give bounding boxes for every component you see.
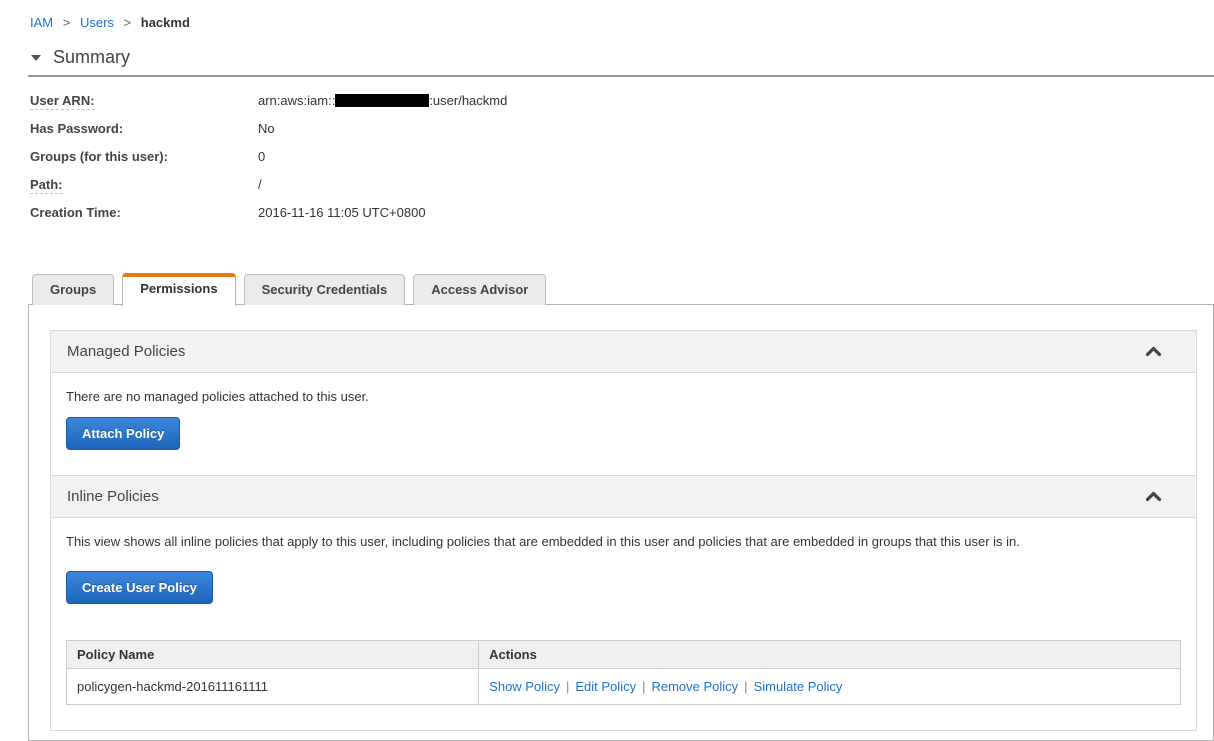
- creation-time-label: Creation Time:: [30, 204, 121, 220]
- inline-policies-description: This view shows all inline policies that…: [66, 534, 1020, 549]
- triangle-down-icon: [31, 54, 41, 61]
- chevron-up-icon[interactable]: [1145, 491, 1162, 502]
- table-row: policygen-hackmd-201611161111 Show Polic…: [65, 668, 1181, 705]
- inline-policies-title: Inline Policies: [67, 488, 159, 505]
- summary-row-has-password: Has Password: No: [30, 114, 1214, 142]
- has-password-label: Has Password:: [30, 120, 124, 136]
- summary-fields: User ARN: arn:aws:iam:::user/hackmd Has …: [30, 86, 1214, 226]
- summary-row-creation-time: Creation Time: 2016-11-16 11:05 UTC+0800: [30, 198, 1214, 226]
- has-password-value: No: [258, 120, 275, 136]
- tab-permissions[interactable]: Permissions: [122, 273, 236, 306]
- actions-cell: Show Policy | Edit Policy | Remove Policy | Si…: [478, 668, 1181, 705]
- arn-prefix: arn:aws:iam::: [258, 92, 336, 108]
- tab-groups[interactable]: Groups: [32, 274, 115, 305]
- summary-row-path: Path: /: [30, 170, 1214, 198]
- breadcrumb-link-iam[interactable]: IAM: [30, 15, 53, 30]
- action-separator: |: [744, 679, 748, 694]
- policy-name-cell: policygen-hackmd-201611161111: [65, 668, 480, 705]
- groups-label: Groups (for this user):: [30, 148, 168, 164]
- summary-section-toggle[interactable]: Summary: [31, 47, 1214, 68]
- attach-policy-button[interactable]: Attach Policy: [66, 417, 181, 450]
- show-policy-link[interactable]: Show Policy: [489, 679, 560, 694]
- summary-title: Summary: [53, 47, 131, 67]
- action-separator: |: [565, 679, 570, 694]
- managed-policies-body: There are no managed policies attached t…: [51, 372, 1196, 475]
- action-separator: |: [642, 679, 646, 694]
- path-value: /: [258, 176, 262, 192]
- managed-policies-title: Managed Policies: [67, 343, 186, 360]
- summary-row-groups: Groups (for this user): 0: [30, 142, 1214, 170]
- groups-value: 0: [258, 148, 266, 164]
- breadcrumb-current-user: hackmd: [140, 15, 190, 30]
- managed-policies-header[interactable]: Managed Policies: [51, 331, 1196, 372]
- create-user-policy-button[interactable]: Create User Policy: [66, 571, 213, 604]
- tab-access-advisor[interactable]: Access Advisor: [413, 274, 547, 305]
- simulate-policy-link[interactable]: Simulate Policy: [754, 679, 843, 694]
- edit-policy-link[interactable]: Edit Policy: [575, 679, 636, 694]
- inline-policies-body: This view shows all inline policies that…: [51, 517, 1196, 730]
- breadcrumb: IAM > Users > hackmd: [0, 0, 1214, 30]
- managed-policies-empty-text: There are no managed policies attached t…: [66, 389, 369, 404]
- actions-column-header: Actions: [478, 640, 1181, 669]
- permissions-tab-panel: Managed Policies There are no managed po…: [28, 304, 1214, 741]
- remove-policy-link[interactable]: Remove Policy: [651, 679, 738, 694]
- path-label: Path:: [30, 176, 63, 194]
- creation-time-value: 2016-11-16 11:05 UTC+0800: [258, 204, 426, 220]
- summary-divider: [28, 75, 1214, 77]
- user-arn-value: arn:aws:iam:::user/hackmd: [258, 93, 507, 108]
- breadcrumb-link-users[interactable]: Users: [80, 15, 114, 30]
- policy-name-column-header: Policy Name: [65, 640, 480, 669]
- summary-row-user-arn: User ARN: arn:aws:iam:::user/hackmd: [30, 86, 1214, 114]
- policies-accordion: Managed Policies There are no managed po…: [50, 330, 1197, 731]
- tab-security-credentials[interactable]: Security Credentials: [243, 274, 406, 305]
- breadcrumb-separator-icon: >: [123, 15, 132, 30]
- redacted-account-id: [335, 93, 430, 107]
- inline-policies-header[interactable]: Inline Policies: [51, 475, 1196, 517]
- table-header-row: Policy Name Actions: [65, 640, 1181, 669]
- arn-suffix: :user/hackmd: [429, 92, 508, 108]
- inline-policies-table: Policy Name Actions policygen-hackmd-201…: [65, 640, 1181, 705]
- user-arn-label: User ARN:: [30, 92, 95, 110]
- chevron-up-icon[interactable]: [1145, 346, 1162, 357]
- breadcrumb-separator-icon: >: [62, 15, 71, 30]
- tab-bar: Groups Permissions Security Credentials …: [32, 273, 1214, 306]
